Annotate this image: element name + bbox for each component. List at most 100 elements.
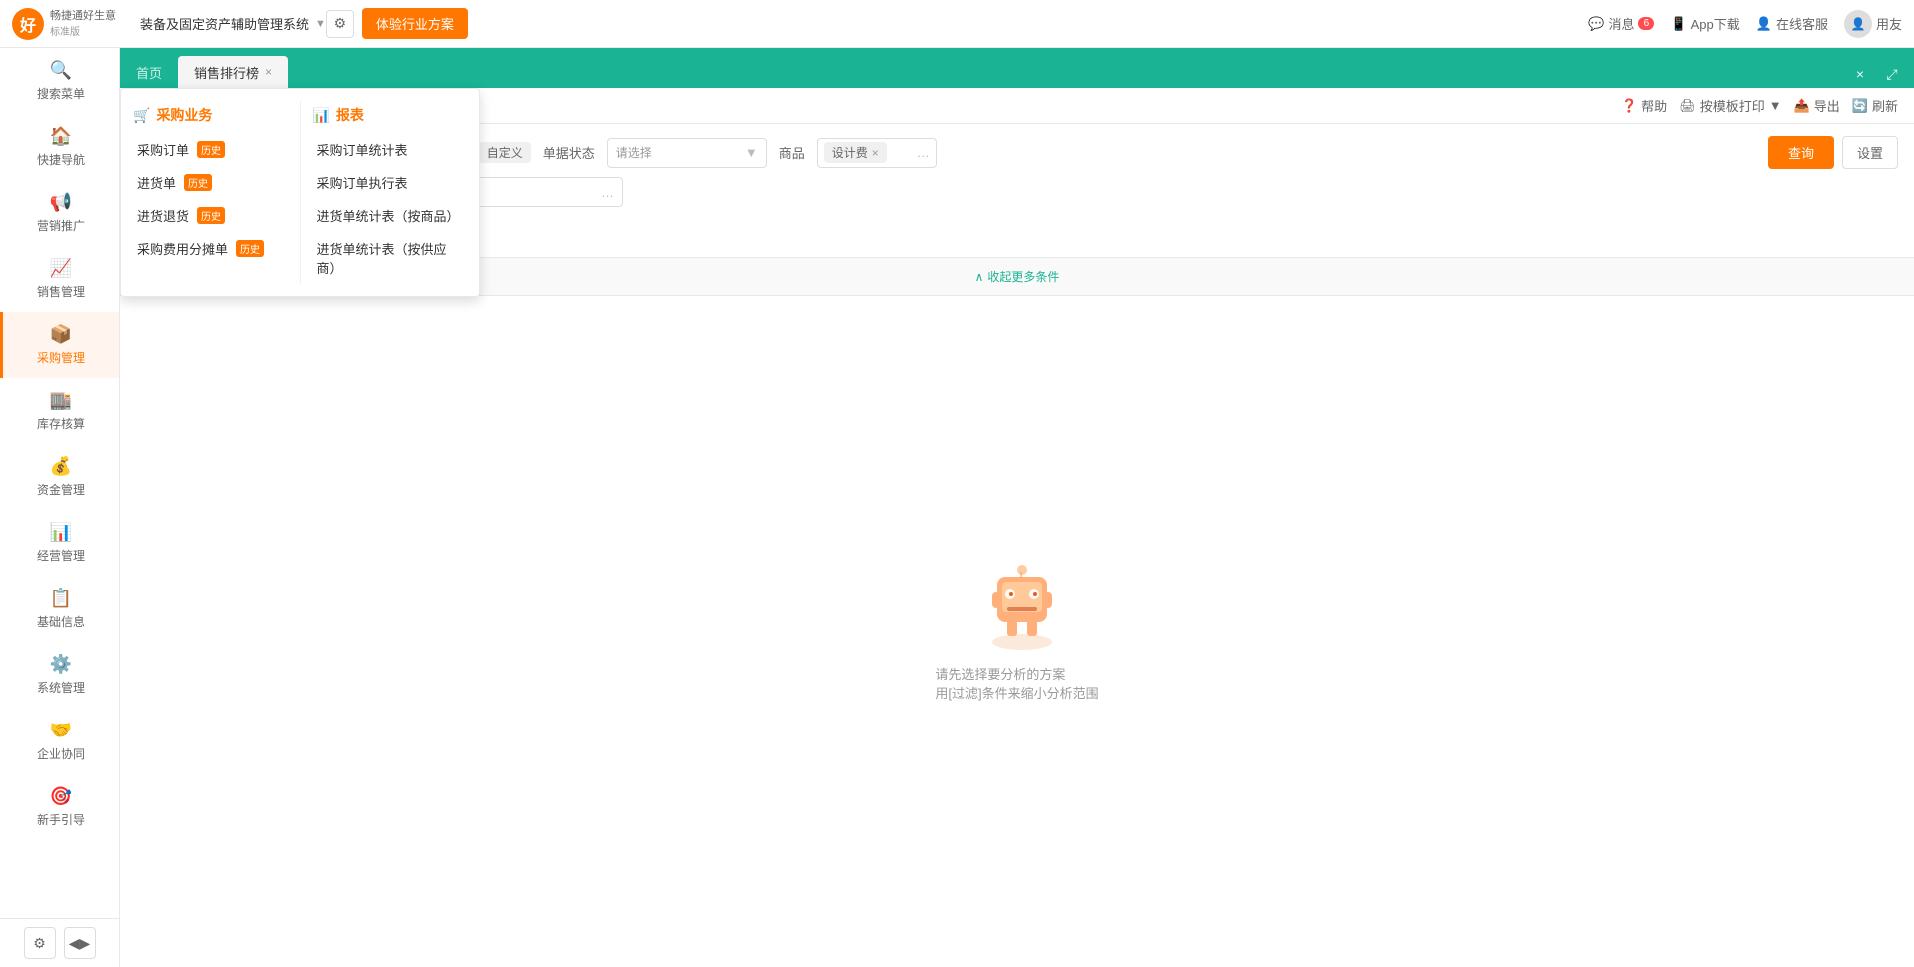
query-button[interactable]: 查询 [1768,136,1834,169]
date-tag-custom[interactable]: 自定义 [479,142,531,163]
tab-home[interactable]: 首页 [120,56,178,88]
phone-icon: 📱 [1670,16,1686,32]
purchase-section: 🛒 采购业务 采购订单 历史 进货单 历史 进货退货 历史 [121,101,300,284]
goods-tag-close-icon[interactable]: × [872,146,879,160]
sidebar-item-search[interactable]: 🔍 搜索菜单 [0,48,119,114]
goods-input[interactable]: 设计费 × … [817,138,937,168]
tab-sales-ranking[interactable]: 销售排行榜 × [178,56,288,88]
top-header: 好 畅捷通好生意 标准版 装备及固定资产辅助管理系统 ▼ ⚙ 体验行业方案 💬 … [0,0,1914,48]
doc-status-arrow-icon: ▼ [745,145,758,160]
service-icon: 👤 [1756,16,1772,32]
avatar: 👤 [1844,10,1872,38]
menu-item-inbound[interactable]: 进货单 历史 [133,166,288,199]
help-button[interactable]: ❓ 帮助 [1621,96,1667,115]
tab-expand-btn[interactable]: ⤢ [1878,60,1906,88]
message-button[interactable]: 💬 消息 6 [1588,14,1654,33]
report-section-title: 📊 报表 [313,101,468,133]
report-section: 📊 报表 采购订单统计表 采购订单执行表 进货单统计表（按商品） 进货单统计表（… [300,101,480,284]
report-icon: 📊 [313,107,330,124]
collapse-sidebar-icon[interactable]: ◀▶ [64,927,96,959]
header-right: 💬 消息 6 📱 App下载 👤 在线客服 👤 用友 [1588,10,1902,38]
megaphone-icon: 📢 [50,192,72,213]
toolbar-buttons: ❓ 帮助 🖨 按模板打印 ▼ 📤 导出 🔄 刷新 [1621,96,1898,115]
home-icon: 🏠 [50,126,72,147]
menu-item-purchase-order-exec[interactable]: 采购订单执行表 [313,166,468,199]
dropdown-panel: 🛒 采购业务 采购订单 历史 进货单 历史 进货退货 历史 [120,88,480,297]
empty-hint-1: 请先选择要分析的方案 用[过滤]条件来缩小分析范围 [935,664,1098,702]
sidebar: 🔍 搜索菜单 🏠 快捷导航 📢 营销推广 📈 销售管理 📦 采购管理 🏬 库存核… [0,48,120,967]
collapse-button[interactable]: ∧ 收起更多条件 [975,262,1060,291]
menu-item-inbound-stats-supplier[interactable]: 进货单统计表（按供应商） [313,232,468,284]
logo-brand: 畅捷通好生意 [50,9,116,23]
menu-item-cost-allocation[interactable]: 采购费用分摊单 历史 [133,232,288,265]
warehouse-icon: 🏬 [50,390,72,411]
online-service-button[interactable]: 👤 在线客服 [1756,14,1828,33]
avatar-icon: 👤 [1851,17,1866,31]
settings-bottom-icon[interactable]: ⚙ [24,927,56,959]
goods-tag: 设计费 × [824,142,887,163]
content-area: 首页 销售排行榜 × × ⤢ ❓ 帮助 🖨 按模板打印 ▼ [120,48,1914,967]
menu-item-return[interactable]: 进货退货 历史 [133,199,288,232]
sidebar-item-newbie[interactable]: 🎯 新手引导 [0,774,119,840]
help-icon: ❓ [1621,98,1637,114]
menu-item-inbound-stats-goods[interactable]: 进货单统计表（按商品） [313,199,468,232]
sidebar-item-marketing[interactable]: 📢 营销推广 [0,180,119,246]
message-badge: 6 [1638,17,1654,30]
gear-icon: ⚙️ [50,654,72,675]
menu-item-purchase-order-stats[interactable]: 采购订单统计表 [313,133,468,166]
search-icon: 🔍 [50,60,72,81]
purchase-icon: 🛒 [133,107,150,124]
main-layout: 🔍 搜索菜单 🏠 快捷导航 📢 营销推广 📈 销售管理 📦 采购管理 🏬 库存核… [0,48,1914,967]
message-icon: 💬 [1588,16,1604,32]
collapse-up-icon: ∧ [975,270,984,284]
empty-robot-svg [967,562,1067,652]
chart-icon: 📈 [50,258,72,279]
menu-item-purchase-order[interactable]: 采购订单 历史 [133,133,288,166]
sidebar-item-nav[interactable]: 🏠 快捷导航 [0,114,119,180]
app-download-button[interactable]: 📱 App下载 [1670,14,1739,33]
goods-label: 商品 [779,143,805,162]
user-button[interactable]: 👤 用友 [1844,10,1902,38]
tab-close-icon[interactable]: × [265,65,272,79]
settings-icon[interactable]: ⚙ [326,10,354,38]
logo-text-block: 畅捷通好生意 标准版 [50,9,116,38]
sidebar-item-system[interactable]: ⚙️ 系统管理 [0,642,119,708]
print-icon: 🖨 [1679,98,1696,114]
cost-badge: 历史 [236,240,264,257]
handshake-icon: 🤝 [50,720,72,741]
export-button[interactable]: 📤 导出 [1794,96,1840,115]
inbound-badge: 历史 [184,174,212,191]
logo-area: 好 畅捷通好生意 标准版 [12,8,132,40]
purchase-dropdown-menu: 🛒 采购业务 采购订单 历史 进货单 历史 进货退货 历史 [120,88,480,297]
dropdown-arrow-icon[interactable]: ▼ [315,18,326,30]
tab-close-btn[interactable]: × [1846,60,1874,88]
sidebar-item-inventory[interactable]: 🏬 库存核算 [0,378,119,444]
sidebar-item-operation[interactable]: 📊 经营管理 [0,510,119,576]
system-title: 装备及固定资产辅助管理系统 ▼ [140,14,326,33]
print-dropdown-icon: ▼ [1769,98,1782,113]
sidebar-item-finance[interactable]: 💰 资金管理 [0,444,119,510]
setting-button[interactable]: 设置 [1842,136,1898,169]
sidebar-item-sales[interactable]: 📈 销售管理 [0,246,119,312]
doc-status-select[interactable]: 请选择 ▼ [607,138,767,168]
query-buttons: 查询 设置 [1768,136,1898,169]
export-icon: 📤 [1794,98,1810,114]
goods-more-icon[interactable]: … [917,145,930,160]
sidebar-bottom: ⚙ ◀▶ [0,918,119,967]
industry-button[interactable]: 体验行业方案 [362,8,468,39]
empty-state: 请先选择要分析的方案 用[过滤]条件来缩小分析范围 [120,296,1914,967]
tab-bar: 首页 销售排行榜 × × ⤢ [120,48,1914,88]
sidebar-item-collab[interactable]: 🤝 企业协同 [0,708,119,774]
refresh-icon: 🔄 [1852,98,1868,114]
print-button[interactable]: 🖨 按模板打印 ▼ [1679,96,1781,115]
bar-chart-icon: 📊 [50,522,72,543]
tab-bar-right: × ⤢ [1846,60,1914,88]
money-icon: 💰 [50,456,72,477]
purchase-order-badge: 历史 [197,141,225,158]
sidebar-item-basic[interactable]: 📋 基础信息 [0,576,119,642]
target-icon: 🎯 [50,786,72,807]
logo-icon: 好 [12,8,44,40]
sidebar-item-purchase[interactable]: 📦 采购管理 [0,312,119,378]
purchase-section-title: 🛒 采购业务 [133,101,288,133]
refresh-button[interactable]: 🔄 刷新 [1852,96,1898,115]
